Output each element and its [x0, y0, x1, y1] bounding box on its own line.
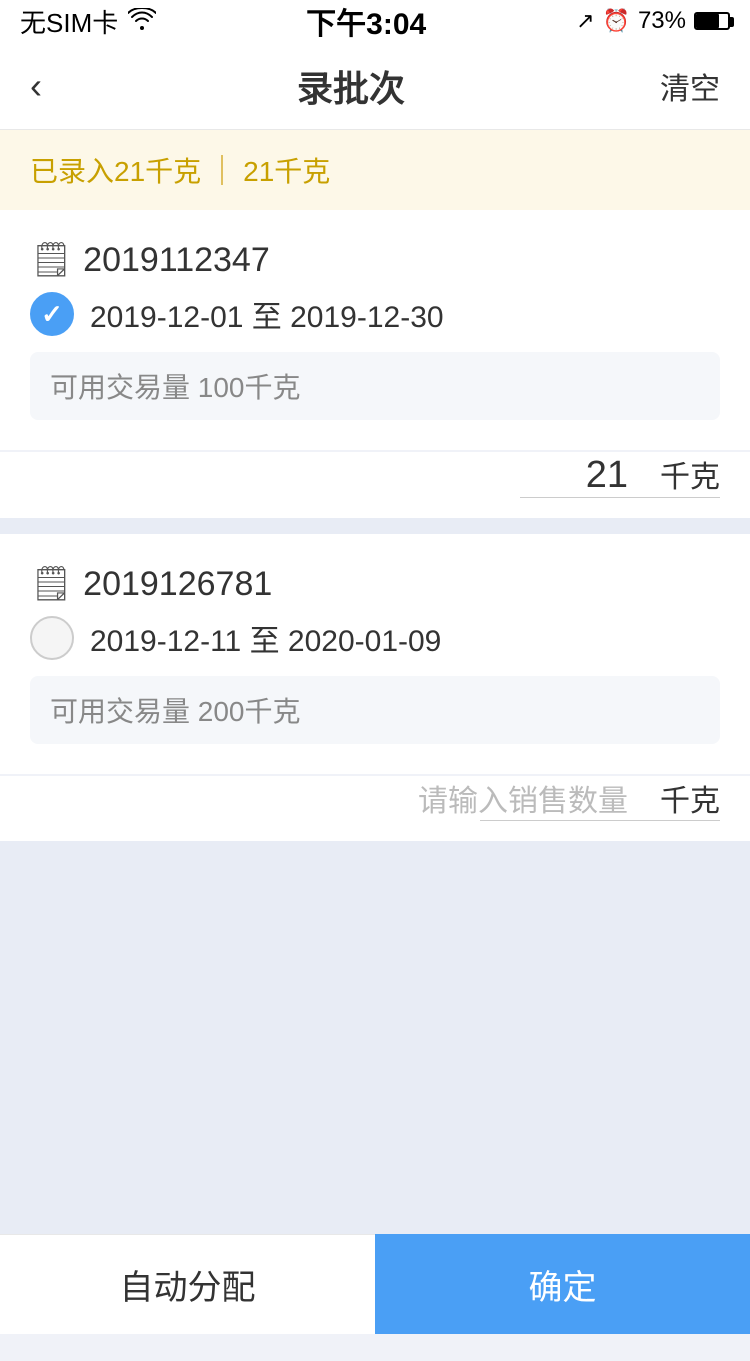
batch-card-2: 🗒 2019126781 2019-12-11 至 2020-01-09 可用交…	[0, 534, 750, 774]
location-icon: ↗	[576, 8, 594, 34]
doc-icon-2: 🗒	[30, 564, 73, 604]
status-bar: 无SIM卡 下午3:04 ↗ ⏰ 73%	[0, 0, 750, 42]
recorded-label: 已录入21千克	[30, 150, 201, 190]
batch-1-date-row[interactable]: 2019-12-01 至 2019-12-30	[30, 292, 720, 336]
page-title: 录批次	[297, 60, 405, 112]
batch-1-id: 2019112347	[83, 241, 270, 280]
confirm-button[interactable]: 确定	[375, 1234, 750, 1334]
batch-1-radio[interactable]	[30, 292, 74, 336]
batch-2-input-unit: 千克	[660, 776, 720, 820]
alarm-icon: ⏰	[603, 8, 630, 34]
batch-2-id: 2019126781	[83, 565, 272, 604]
batch-1-underline	[520, 497, 720, 498]
batch-2-input-placeholder[interactable]: 请输入销售数量	[418, 776, 628, 820]
batch-2-date-row[interactable]: 2019-12-11 至 2020-01-09	[30, 616, 720, 660]
batch-1-amount-row: 21 千克	[30, 452, 720, 497]
batch-1-amount-section: 21 千克	[0, 452, 750, 518]
summary-divider	[221, 155, 223, 185]
batch-2-input-row: 请输入销售数量 千克	[30, 776, 720, 820]
status-time: 下午3:04	[306, 0, 426, 43]
bottom-bar: 自动分配 确定	[0, 1234, 750, 1334]
batch-1-avail: 可用交易量 100千克	[30, 352, 720, 420]
status-icons: ↗ ⏰ 73%	[576, 7, 730, 35]
battery-text: 73%	[638, 7, 686, 35]
batch-2-input-section: 请输入销售数量 千克	[0, 776, 750, 841]
batch-1-amount-value: 21	[586, 454, 628, 497]
wifi-icon	[128, 6, 156, 37]
batch-2-radio[interactable]	[30, 616, 74, 660]
section-divider	[0, 518, 750, 534]
battery-icon	[694, 12, 730, 30]
batch-2-date: 2019-12-11 至 2020-01-09	[90, 616, 441, 660]
summary-bar: 已录入21千克 21千克	[0, 130, 750, 210]
content-area: 🗒 2019112347 2019-12-01 至 2019-12-30 可用交…	[0, 210, 750, 1361]
doc-icon-1: 🗒	[30, 240, 73, 280]
status-carrier: 无SIM卡	[20, 3, 156, 40]
batch-card-1: 🗒 2019112347 2019-12-01 至 2019-12-30 可用交…	[0, 210, 750, 450]
batch-2-avail: 可用交易量 200千克	[30, 676, 720, 744]
nav-bar: ‹ 录批次 清空	[0, 42, 750, 130]
auto-distribute-button[interactable]: 自动分配	[0, 1234, 375, 1334]
batch-1-amount-unit: 千克	[660, 452, 720, 496]
batch-2-underline	[480, 820, 720, 821]
batch-1-header: 🗒 2019112347	[30, 240, 720, 280]
back-button[interactable]: ‹	[30, 65, 42, 107]
clear-button[interactable]: 清空	[660, 64, 720, 108]
batch-2-header: 🗒 2019126781	[30, 564, 720, 604]
carrier-text: 无SIM卡	[20, 3, 118, 40]
empty-area	[0, 841, 750, 1261]
batch-1-date: 2019-12-01 至 2019-12-30	[90, 292, 444, 336]
summary-amount: 21千克	[243, 150, 330, 190]
